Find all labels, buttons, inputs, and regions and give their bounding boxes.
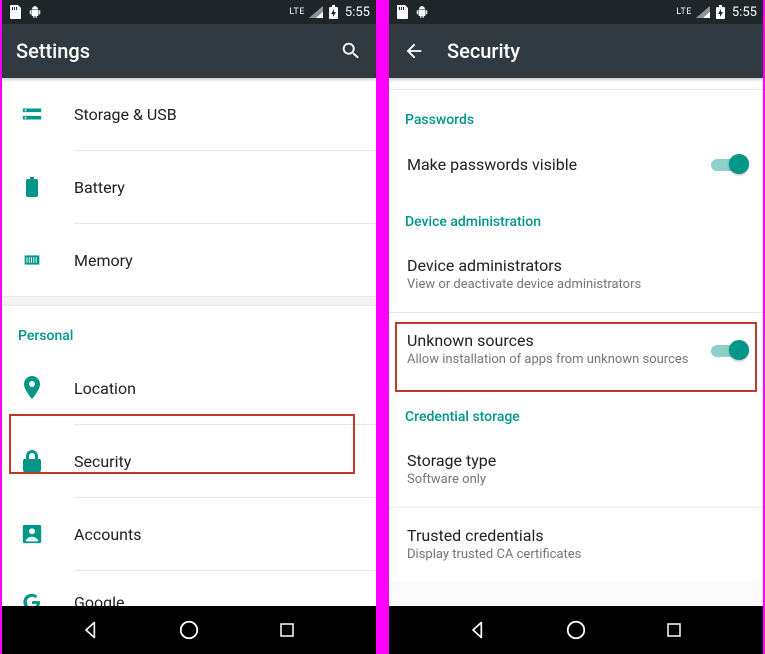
search-button[interactable] — [340, 40, 362, 62]
nav-back[interactable] — [79, 618, 103, 642]
settings-item-google[interactable]: Google — [2, 571, 376, 606]
label: Google — [74, 593, 360, 607]
statusbar: LTE 5:55 — [2, 0, 376, 24]
sublabel: Allow installation of apps from unknown … — [407, 352, 693, 369]
section-credential-storage: Credential storage — [389, 387, 763, 433]
phone-security: LTE 5:55 Security Passwords Make passwor… — [389, 0, 763, 654]
sublabel: View or deactivate device administrators — [407, 277, 735, 294]
back-button[interactable] — [403, 40, 425, 62]
row-storage-type[interactable]: Storage type Software only — [389, 433, 763, 507]
label: Battery — [74, 178, 360, 197]
nav-recent[interactable] — [275, 618, 299, 642]
row-unknown-sources[interactable]: Unknown sources Allow installation of ap… — [389, 313, 763, 387]
settings-list[interactable]: Storage & USB Battery Memory Personal — [2, 78, 376, 606]
row-make-passwords-visible[interactable]: Make passwords visible — [389, 136, 763, 192]
section-device-admin: Device administration — [389, 192, 763, 238]
label: Security — [74, 452, 360, 471]
label: Make passwords visible — [407, 155, 693, 174]
nav-home[interactable] — [564, 618, 588, 642]
android-icon — [28, 5, 42, 19]
nav-home[interactable] — [177, 618, 201, 642]
label: Trusted credentials — [407, 526, 735, 545]
android-icon — [415, 5, 429, 19]
lock-icon — [18, 450, 46, 472]
label: Storage & USB — [74, 105, 360, 124]
google-icon — [18, 591, 46, 606]
battery-icon — [18, 176, 46, 198]
toggle-unknown-sources[interactable] — [711, 340, 747, 360]
signal-icon — [696, 5, 710, 19]
settings-item-memory[interactable]: Memory — [2, 224, 376, 296]
label: Accounts — [74, 525, 360, 544]
section-passwords: Passwords — [389, 90, 763, 136]
page-title: Security — [447, 39, 520, 63]
sublabel: Display trusted CA certificates — [407, 547, 735, 564]
lte-label: LTE — [289, 7, 305, 17]
accounts-icon — [18, 523, 46, 545]
sublabel: Software only — [407, 472, 735, 489]
appbar-settings: Settings — [2, 24, 376, 78]
navbar — [2, 606, 376, 654]
page-title: Settings — [16, 39, 90, 63]
label: Memory — [74, 251, 360, 270]
nav-back[interactable] — [466, 618, 490, 642]
battery-charging-icon — [327, 5, 341, 19]
security-list[interactable]: Passwords Make passwords visible Device … — [389, 78, 763, 606]
settings-item-location[interactable]: Location — [2, 352, 376, 424]
row-device-administrators[interactable]: Device administrators View or deactivate… — [389, 238, 763, 312]
storage-icon — [18, 103, 46, 125]
settings-item-security[interactable]: Security — [2, 425, 376, 497]
nav-recent[interactable] — [662, 618, 686, 642]
toggle-make-passwords-visible[interactable] — [711, 154, 747, 174]
label: Location — [74, 379, 360, 398]
lte-label: LTE — [676, 7, 692, 17]
appbar-security: Security — [389, 24, 763, 78]
clock: 5:55 — [345, 5, 370, 20]
navbar — [389, 606, 763, 654]
statusbar: LTE 5:55 — [389, 0, 763, 24]
row-trusted-credentials[interactable]: Trusted credentials Display trusted CA c… — [389, 508, 763, 582]
settings-item-battery[interactable]: Battery — [2, 151, 376, 223]
settings-item-accounts[interactable]: Accounts — [2, 498, 376, 570]
sdcard-icon — [395, 5, 409, 19]
phone-settings: LTE 5:55 Settings Storage & USB — [2, 0, 376, 654]
label: Unknown sources — [407, 331, 693, 350]
clock: 5:55 — [732, 5, 757, 20]
settings-item-storage[interactable]: Storage & USB — [2, 78, 376, 150]
battery-charging-icon — [714, 5, 728, 19]
signal-icon — [309, 5, 323, 19]
section-personal: Personal — [2, 306, 376, 352]
memory-icon — [18, 249, 46, 271]
label: Storage type — [407, 451, 735, 470]
sdcard-icon — [8, 5, 22, 19]
location-icon — [18, 376, 46, 400]
label: Device administrators — [407, 256, 735, 275]
